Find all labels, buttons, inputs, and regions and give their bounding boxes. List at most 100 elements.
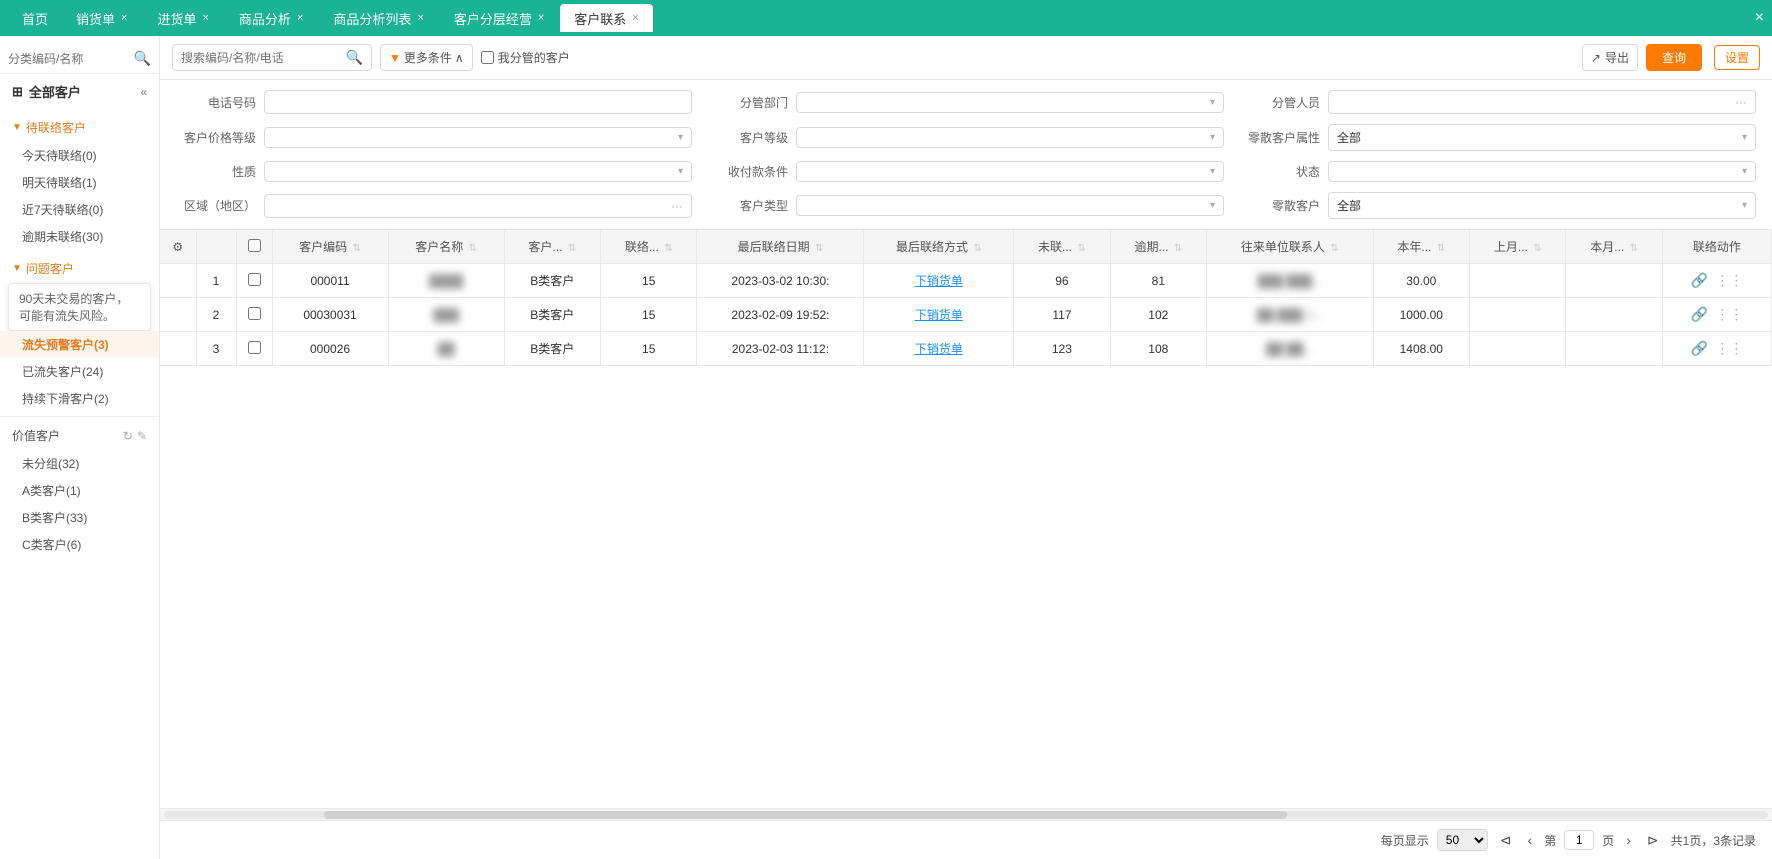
filter-button[interactable]: ▼ 更多条件 ∧ [380, 44, 473, 71]
sidebar-item-c-class[interactable]: C类客户(6) [0, 531, 159, 558]
filter-retail-attr-select[interactable]: 全部 ▾ [1328, 124, 1756, 151]
row-method-0[interactable]: 下销货单 [864, 264, 1014, 298]
row-check-2[interactable] [236, 332, 272, 366]
filter-status-select[interactable]: ▾ [1328, 161, 1756, 182]
tab-sales[interactable]: 销货单 × [62, 4, 141, 32]
edit-icon[interactable]: ✎ [137, 429, 147, 443]
filter-person-select[interactable]: ··· [1328, 90, 1756, 114]
page-input[interactable] [1564, 830, 1594, 850]
action-icon-link-2[interactable]: 🔗 [1691, 340, 1708, 356]
col-settings[interactable]: ⚙ [160, 230, 196, 264]
sidebar-value-title[interactable]: 价值客户 ↻ ✎ [0, 421, 159, 450]
filter-dept-select[interactable]: ▾ [796, 92, 1224, 113]
sidebar-group-pending-title[interactable]: ▼ 待联络客户 [0, 113, 159, 142]
col-contact-header[interactable]: 联络... ⇅ [601, 230, 697, 264]
last-page-btn[interactable]: ⊳ [1643, 830, 1663, 851]
tab-home[interactable]: 首页 [8, 9, 62, 28]
sort-icon-year[interactable]: ⇅ [1437, 243, 1445, 254]
tab-product-list[interactable]: 商品分析列表 × [319, 4, 437, 32]
sidebar-item-declining[interactable]: 持续下滑客户(2) [0, 385, 159, 412]
col-last-date-header[interactable]: 最后联络日期 ⇅ [697, 230, 864, 264]
sidebar-item-overdue[interactable]: 逾期未联络(30) [0, 223, 159, 250]
tab-purchase[interactable]: 进货单 × [143, 4, 222, 32]
sidebar-item-tomorrow[interactable]: 明天待联络(1) [0, 169, 159, 196]
query-button[interactable]: 查询 [1646, 44, 1702, 71]
sidebar-item-7days[interactable]: 近7天待联络(0) [0, 196, 159, 223]
tab-product-analysis[interactable]: 商品分析 × [225, 4, 317, 32]
col-name-header[interactable]: 客户名称 ⇅ [388, 230, 504, 264]
tab-customer-layer[interactable]: 客户分层经营 × [440, 4, 558, 32]
col-code-header[interactable]: 客户编码 ⇅ [272, 230, 388, 264]
my-customers-checkbox[interactable]: 我分管的客户 [481, 49, 570, 66]
next-page-btn[interactable]: › [1622, 830, 1635, 850]
per-page-select[interactable]: 50 100 [1437, 829, 1488, 851]
refresh-icon[interactable]: ↻ [123, 429, 133, 443]
sidebar-all-customers[interactable]: ⊞ 全部客户 « [0, 74, 159, 109]
sort-icon-lmonth[interactable]: ⇅ [1533, 243, 1541, 254]
filter-payment-select[interactable]: ▾ [796, 161, 1224, 182]
sort-icon-name[interactable]: ⇅ [469, 243, 477, 254]
sort-icon-overdue[interactable]: ⇅ [1174, 243, 1182, 254]
settings-button[interactable]: 设置 [1714, 45, 1760, 70]
col-overdue-header[interactable]: 逾期... ⇅ [1110, 230, 1206, 264]
select-all-checkbox[interactable] [248, 239, 261, 252]
col-this-year-header[interactable]: 本年... ⇅ [1373, 230, 1469, 264]
window-close-icon[interactable]: × [1755, 9, 1764, 27]
tab-close-contact[interactable]: × [632, 12, 638, 24]
sidebar-item-churned[interactable]: 已流失客户(24) [0, 358, 159, 385]
sidebar-item-churn-warning[interactable]: 流失预警客户(3) [0, 331, 159, 358]
collapse-icon[interactable]: « [140, 85, 147, 99]
my-customers-check-input[interactable] [481, 51, 494, 64]
export-button[interactable]: ↗ 导出 [1582, 44, 1638, 71]
toolbar-search-input[interactable] [181, 51, 346, 65]
col-last-month-header[interactable]: 上月... ⇅ [1470, 230, 1566, 264]
tab-close-sales[interactable]: × [121, 12, 127, 24]
action-icon-more-0[interactable]: ⋮⋮ [1715, 272, 1743, 288]
sort-icon-date[interactable]: ⇅ [815, 243, 823, 254]
col-type-header[interactable]: 客户... ⇅ [504, 230, 600, 264]
filter-customer-type-select[interactable]: ▾ [796, 195, 1224, 216]
filter-dots-icon-2[interactable]: ··· [671, 199, 683, 213]
sort-icon-person[interactable]: ⇅ [1330, 243, 1338, 254]
sort-icon-type[interactable]: ⇅ [568, 243, 576, 254]
col-person-header[interactable]: 往来单位联系人 ⇅ [1207, 230, 1374, 264]
sidebar-item-ungrouped[interactable]: 未分组(32) [0, 450, 159, 477]
row-method-2[interactable]: 下销货单 [864, 332, 1014, 366]
filter-dots-icon[interactable]: ··· [1735, 95, 1747, 109]
filter-price-select[interactable]: ▾ [264, 127, 692, 148]
tab-close-list[interactable]: × [417, 12, 423, 24]
row-method-1[interactable]: 下销货单 [864, 298, 1014, 332]
filter-nature-select[interactable]: ▾ [264, 161, 692, 182]
sidebar-item-today[interactable]: 今天待联络(0) [0, 142, 159, 169]
sidebar-item-a-class[interactable]: A类客户(1) [0, 477, 159, 504]
filter-region-select[interactable]: ··· [264, 194, 692, 218]
sidebar-search-input[interactable] [8, 52, 134, 66]
col-this-month-header[interactable]: 本月... ⇅ [1566, 230, 1662, 264]
row-check-0[interactable] [236, 264, 272, 298]
filter-customer-level-select[interactable]: ▾ [796, 127, 1224, 148]
row-check-1[interactable] [236, 298, 272, 332]
horizontal-scrollbar[interactable] [160, 808, 1772, 820]
action-icon-more-1[interactable]: ⋮⋮ [1715, 306, 1743, 322]
sort-icon-tmonth[interactable]: ⇅ [1630, 243, 1638, 254]
sort-icon-unlink[interactable]: ⇅ [1077, 243, 1085, 254]
sidebar-item-b-class[interactable]: B类客户(33) [0, 504, 159, 531]
col-last-method-header[interactable]: 最后联络方式 ⇅ [864, 230, 1014, 264]
filter-phone-input[interactable] [264, 90, 692, 114]
action-icon-link-1[interactable]: 🔗 [1691, 306, 1708, 322]
tab-close-layer[interactable]: × [538, 12, 544, 24]
sidebar-search-icon[interactable]: 🔍 [134, 50, 151, 67]
toolbar-search-icon[interactable]: 🔍 [346, 49, 363, 66]
action-icon-link-0[interactable]: 🔗 [1691, 272, 1708, 288]
sort-icon-method[interactable]: ⇅ [973, 243, 981, 254]
scrollbar-thumb[interactable] [324, 811, 1286, 819]
tab-close-analysis[interactable]: × [297, 12, 303, 24]
sidebar-group-problem-title[interactable]: ▼ 问题客户 [0, 254, 159, 283]
prev-page-btn[interactable]: ‹ [1524, 830, 1537, 850]
tab-customer-contact[interactable]: 客户联系 × [560, 4, 652, 32]
first-page-btn[interactable]: ⊲ [1496, 830, 1516, 851]
filter-retail-select[interactable]: 全部 ▾ [1328, 192, 1756, 219]
action-icon-more-2[interactable]: ⋮⋮ [1715, 340, 1743, 356]
sort-icon-code[interactable]: ⇅ [353, 243, 361, 254]
sort-icon-contact[interactable]: ⇅ [664, 243, 672, 254]
